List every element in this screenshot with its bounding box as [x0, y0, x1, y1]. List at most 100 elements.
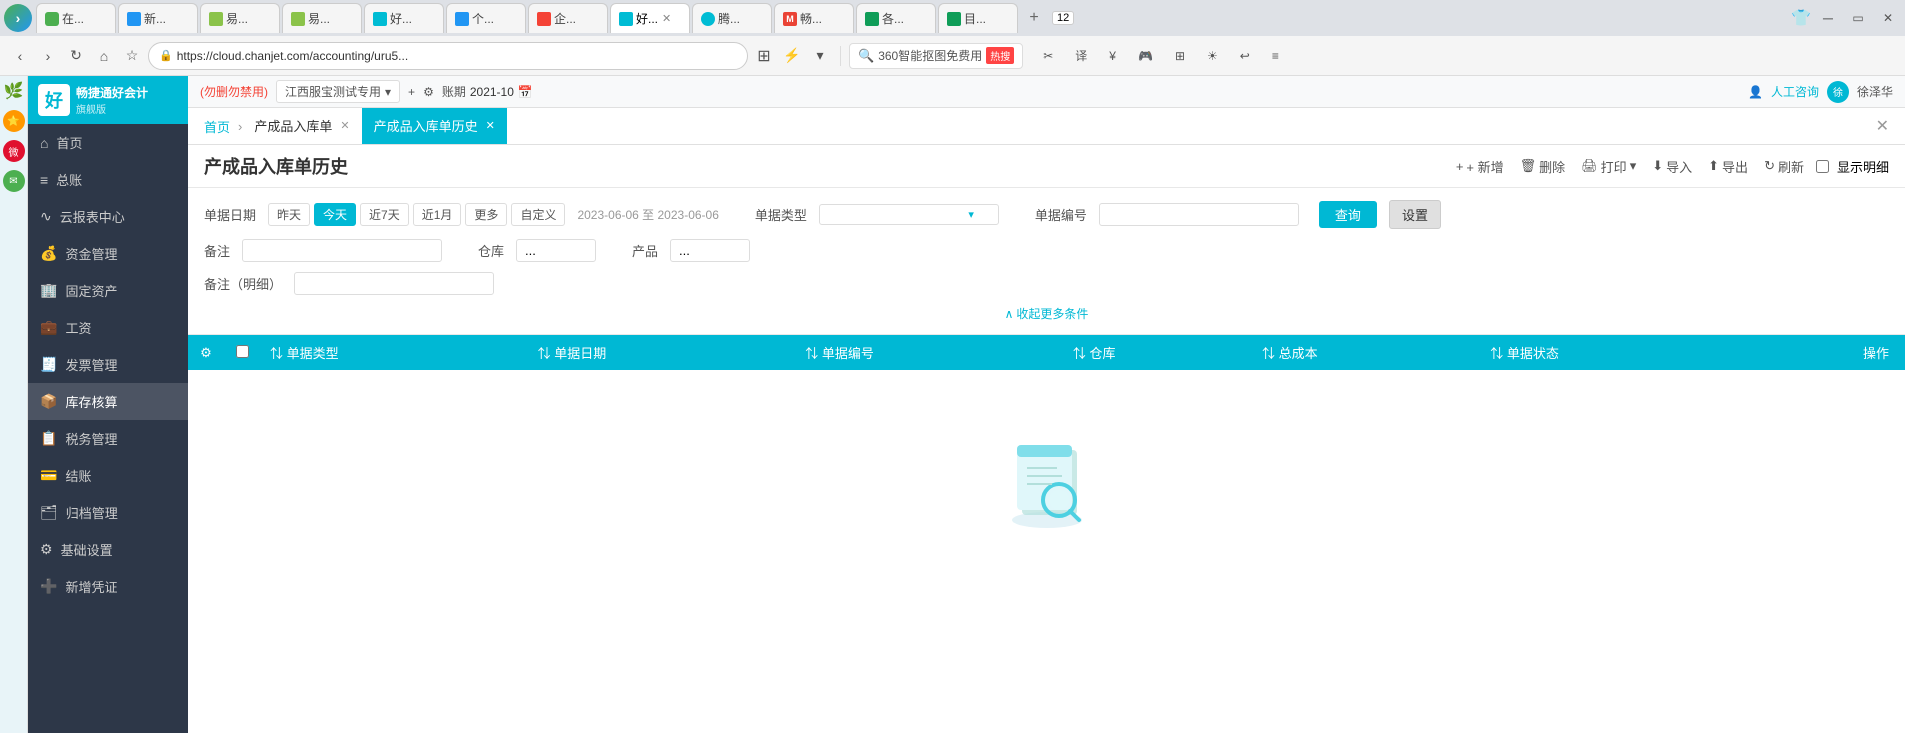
lightning-icon[interactable]: ⚡ [780, 44, 804, 68]
notes-input[interactable] [242, 239, 442, 262]
product-select[interactable]: ... [670, 239, 750, 262]
sidebar-item-invoice-label: 发票管理 [65, 355, 117, 374]
tab-6[interactable]: 个... [446, 3, 526, 33]
tab-6-icon [455, 12, 469, 26]
th-voucher-type[interactable]: ⇅ 单据类型 [260, 335, 528, 370]
maximize-button[interactable]: ▭ [1845, 5, 1871, 31]
th-warehouse[interactable]: ⇅ 仓库 [1063, 335, 1252, 370]
tab-history-close[interactable]: ✕ [486, 119, 495, 132]
query-button[interactable]: 查询 [1319, 201, 1377, 228]
detail-notes-input[interactable] [294, 272, 494, 295]
voucher-type-select[interactable]: ▾ [819, 204, 999, 225]
tab-list-close[interactable]: ✕ [340, 119, 349, 132]
yesterday-btn[interactable]: 昨天 [268, 203, 310, 226]
tab-history-nav[interactable]: 产成品入库单历史 ✕ [362, 108, 507, 144]
add-tab-button[interactable]: + [1020, 4, 1048, 32]
tab-10[interactable]: M 畅... [774, 3, 854, 33]
tab-2[interactable]: 新... [118, 3, 198, 33]
sidebar-item-tax[interactable]: 📋 税务管理 [28, 420, 188, 457]
th-voucher-date[interactable]: ⇅ 单据日期 [528, 335, 796, 370]
tab-list-nav[interactable]: 产成品入库单 ✕ [242, 108, 361, 144]
collapse-button[interactable]: ∧ 收起更多条件 [204, 305, 1889, 322]
print-button[interactable]: 🖨 打印 ▾ [1577, 155, 1640, 178]
custom-btn[interactable]: 自定义 [511, 203, 565, 226]
last-month-btn[interactable]: 近1月 [413, 203, 462, 226]
app-icon-chanjet[interactable]: 🌿 [3, 80, 25, 102]
refresh-button[interactable]: ↻ [64, 44, 88, 68]
app-icon-email[interactable]: ✉ [3, 170, 25, 192]
breadcrumb-home[interactable]: 首页 [196, 117, 238, 136]
sidebar-item-checkout[interactable]: 💳 结账 [28, 457, 188, 494]
shirt-icon[interactable]: 👕 [1791, 8, 1811, 28]
voucher-no-input[interactable] [1099, 203, 1299, 226]
tab-8[interactable]: 好... ✕ [610, 3, 690, 33]
select-all-checkbox[interactable] [236, 345, 249, 358]
yuan-icon[interactable]: ¥ [1101, 47, 1124, 65]
minimize-button[interactable]: ─ [1815, 5, 1841, 31]
sidebar-item-settings[interactable]: ⚙ 基础设置 [28, 531, 188, 568]
export-button[interactable]: ⬆ 导出 [1704, 155, 1752, 178]
sidebar-item-assets[interactable]: 🏢 固定资产 [28, 272, 188, 309]
th-voucher-no[interactable]: ⇅ 单据编号 [795, 335, 1063, 370]
sidebar-item-inventory[interactable]: 📦 库存核算 [28, 383, 188, 420]
menu-icon[interactable]: ≡ [1264, 47, 1287, 65]
sidebar-item-salary[interactable]: 💼 工资 [28, 309, 188, 346]
last7-btn[interactable]: 近7天 [360, 203, 409, 226]
forward-button[interactable]: › [36, 44, 60, 68]
theme-icon[interactable]: ☀ [1199, 47, 1226, 65]
filter-settings-button[interactable]: 设置 [1389, 200, 1441, 229]
warehouse-select[interactable]: ... [516, 239, 596, 262]
sidebar-item-ledger[interactable]: ≡ 总账 [28, 161, 188, 198]
th-settings[interactable]: ⚙ [188, 335, 224, 370]
grid-icon[interactable]: ⊞ [752, 44, 776, 68]
panel-close-button[interactable]: ✕ [1868, 116, 1897, 136]
today-btn[interactable]: 今天 [314, 203, 356, 226]
show-detail-checkbox[interactable] [1816, 160, 1829, 173]
search-box[interactable]: 🔍 360智能抠图免费用 热搜 [849, 43, 1023, 69]
company-name: 江西服宝测试专用 [285, 83, 381, 100]
user-avatar: 徐 [1827, 81, 1849, 103]
translate-icon[interactable]: 译 [1067, 45, 1095, 66]
add-company-button[interactable]: + [408, 85, 415, 99]
tab-11[interactable]: 各... [856, 3, 936, 33]
sidebar-item-invoice[interactable]: 🧾 发票管理 [28, 346, 188, 383]
tab-1[interactable]: 在... [36, 3, 116, 33]
app-icon-weibo[interactable]: 微 [3, 140, 25, 162]
tab-7[interactable]: 企... [528, 3, 608, 33]
undo-icon[interactable]: ↩ [1232, 47, 1258, 65]
game-icon[interactable]: 🎮 [1130, 47, 1161, 65]
customer-service-label[interactable]: 人工咨询 [1771, 83, 1819, 100]
more-btn[interactable]: 更多 [465, 203, 507, 226]
company-selector[interactable]: 江西服宝测试专用 ▾ [276, 80, 400, 103]
tab-8-close[interactable]: ✕ [662, 12, 671, 25]
delete-button[interactable]: 🗑 删除 [1516, 155, 1570, 178]
sidebar-item-funds[interactable]: 💰 资金管理 [28, 235, 188, 272]
apps-icon[interactable]: ⊞ [1167, 47, 1193, 65]
th-total-cost[interactable]: ⇅ 总成本 [1252, 335, 1480, 370]
tab-9[interactable]: 腾... [692, 3, 772, 33]
import-button[interactable]: ⬇ 导入 [1648, 155, 1696, 178]
tab-5[interactable]: 好... [364, 3, 444, 33]
home-button[interactable]: ⌂ [92, 44, 116, 68]
sidebar-item-home[interactable]: ⌂ 首页 [28, 124, 188, 161]
address-bar[interactable]: 🔒 https://cloud.chanjet.com/accounting/u… [148, 42, 748, 70]
dropdown-button[interactable]: ▾ [808, 44, 832, 68]
tab-12[interactable]: 目... [938, 3, 1018, 33]
sidebar-item-new-voucher[interactable]: ➕ 新增凭证 [28, 568, 188, 605]
app-icon-star[interactable]: ⭐ [3, 110, 25, 132]
main-sidebar: 好 畅捷通好会计 旗舰版 ⌂ 首页 ≡ 总账 ∿ 云报表中心 💰 资金管理 🏢 … [28, 76, 188, 733]
tab-4[interactable]: 易... [282, 3, 362, 33]
bookmark-button[interactable]: ☆ [120, 44, 144, 68]
sidebar-item-reports[interactable]: ∿ 云报表中心 [28, 198, 188, 235]
refresh-button[interactable]: ↻ 刷新 [1760, 155, 1808, 178]
th-status[interactable]: ⇅ 单据状态 [1480, 335, 1748, 370]
gear-settings-button[interactable]: ⚙ [423, 85, 434, 99]
th-checkbox[interactable] [224, 335, 260, 370]
add-button[interactable]: + + 新增 [1452, 155, 1508, 178]
close-window-button[interactable]: ✕ [1875, 5, 1901, 31]
calendar-icon[interactable]: 📅 [518, 85, 533, 99]
tab-3[interactable]: 易... [200, 3, 280, 33]
scissors-icon[interactable]: ✂ [1035, 47, 1061, 65]
sidebar-item-archive[interactable]: 🗂 归档管理 [28, 494, 188, 531]
back-button[interactable]: ‹ [8, 44, 32, 68]
